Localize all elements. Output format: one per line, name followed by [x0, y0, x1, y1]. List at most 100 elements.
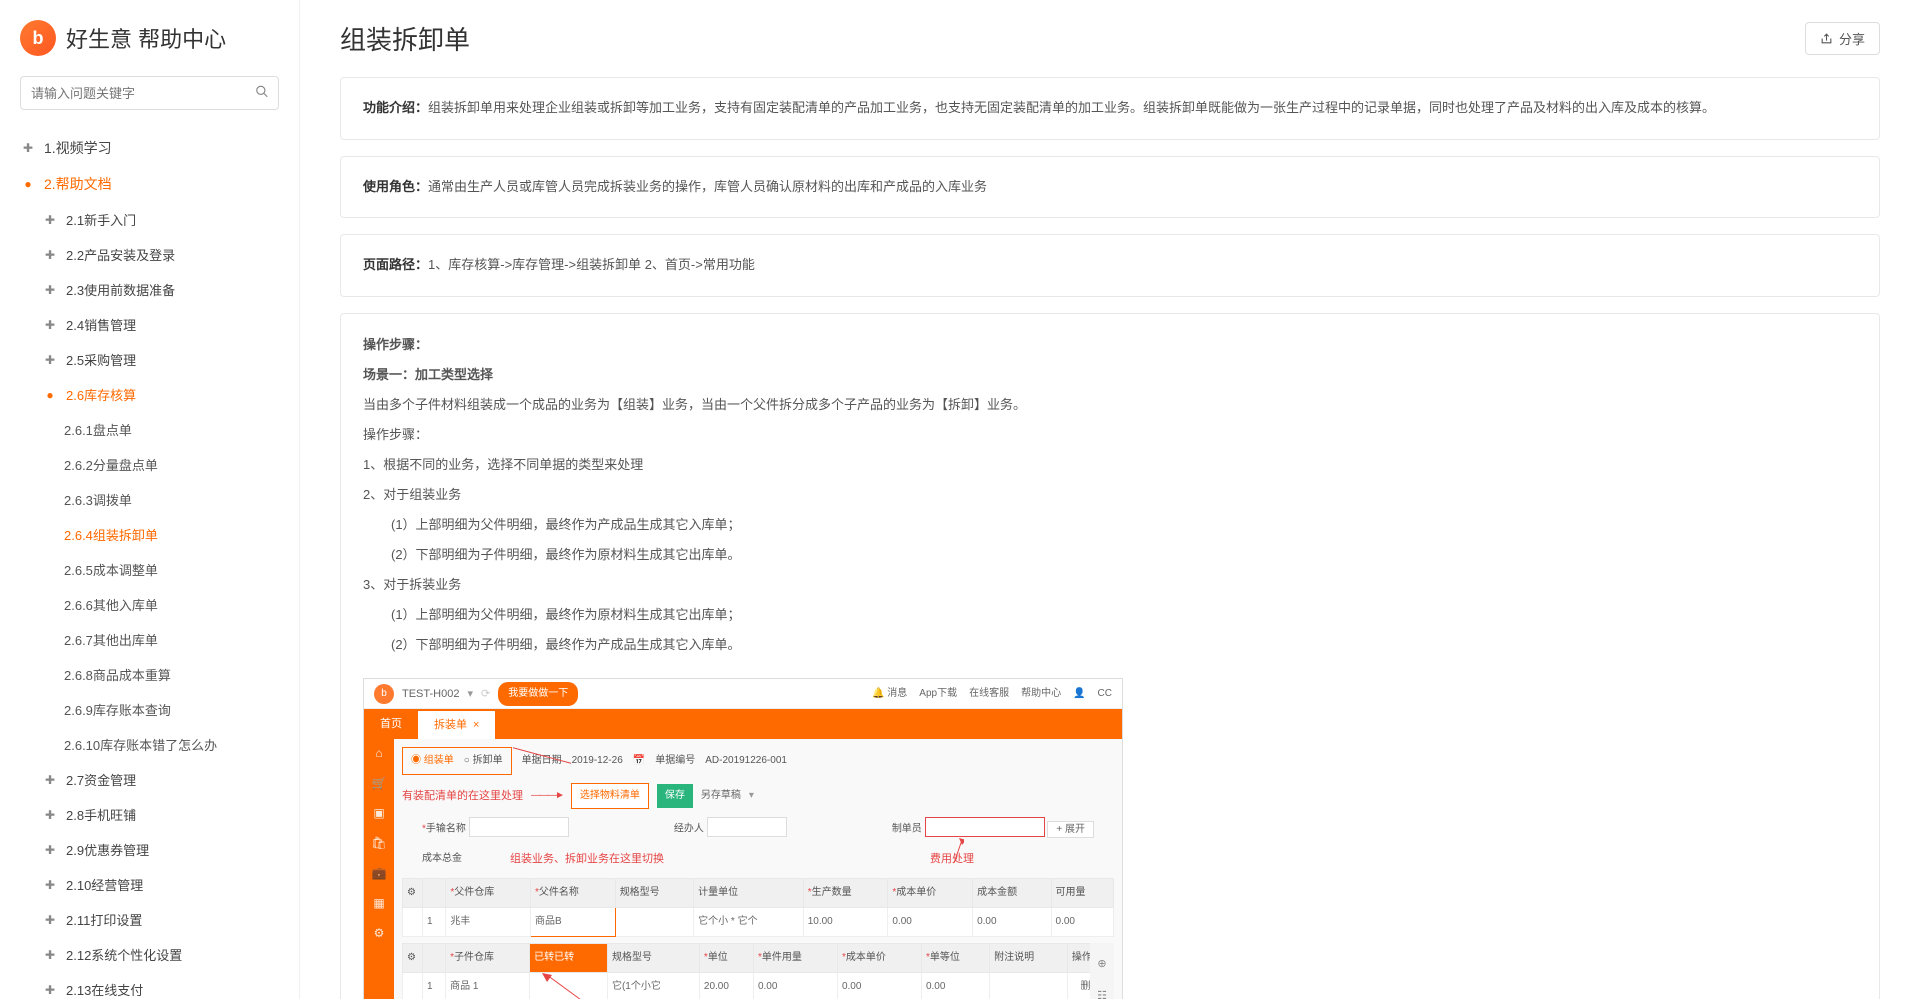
field-label: 手输名称	[426, 824, 466, 835]
nav-docs[interactable]: ● 2.帮助文档	[20, 166, 279, 202]
ss-type-radio[interactable]: ◉ 组装单 ○ 拆卸单	[402, 747, 512, 775]
ss-test-label: TEST-H002	[402, 683, 459, 705]
plus-icon: ✚	[42, 282, 58, 298]
sidebar: b 好生意 帮助中心 ✚ 1.视频学习 ● 2.帮助文档 ✚2.1新手入门 ✚2.2…	[0, 0, 300, 999]
nav-2-6-9[interactable]: 2.6.9库存账本查询	[64, 692, 279, 727]
nav-2-6-1[interactable]: 2.6.1盘点单	[64, 412, 279, 447]
doc-label: 单据编号	[655, 751, 695, 771]
cart-icon[interactable]: 🛒	[371, 775, 387, 791]
nav-sub: ✚2.1新手入门 ✚2.2产品安装及登录 ✚2.3使用前数据准备 ✚2.4销售管…	[20, 202, 279, 999]
card-label: 页面路径：	[363, 257, 428, 272]
nav-2-6-7[interactable]: 2.6.7其他出库单	[64, 622, 279, 657]
tool-icon[interactable]: ☷	[1097, 985, 1107, 999]
nav-2-6-2[interactable]: 2.6.2分量盘点单	[64, 447, 279, 482]
card-text: 通常由生产人员或库管人员完成拆装业务的操作，库管人员确认原材料的出库和产成品的入…	[428, 179, 987, 194]
nav-2-1[interactable]: ✚2.1新手入门	[42, 202, 279, 237]
cost-label: 成本总金	[422, 849, 462, 869]
field-label: 经办人	[674, 824, 704, 835]
ss-expand-button[interactable]: + 展开	[1047, 821, 1094, 838]
step-text: (1）上部明细为父件明细，最终作为原材料生成其它出库单；	[363, 602, 1857, 628]
field-label: 制单员	[892, 824, 922, 835]
ss-select-bom-button[interactable]: 选择物料清单	[571, 783, 649, 809]
search-input[interactable]	[20, 76, 279, 110]
plus-icon: ✚	[42, 212, 58, 228]
nav-2-3[interactable]: ✚2.3使用前数据准备	[42, 272, 279, 307]
logo: b 好生意 帮助中心	[20, 20, 279, 56]
home-icon[interactable]: ⌂	[371, 745, 387, 761]
nav-video[interactable]: ✚ 1.视频学习	[20, 130, 279, 166]
nav-2-7[interactable]: ✚ 2.7资金管理	[42, 762, 279, 797]
nav-sub2: 2.6.1盘点单 2.6.2分量盘点单 2.6.3调拨单 2.6.4组装拆卸单 …	[42, 412, 279, 762]
nav-2-13[interactable]: ✚2.13在线支付	[42, 972, 279, 999]
path-card: 页面路径：1、库存核算->库存管理->组装拆卸单 2、首页->常用功能	[340, 234, 1880, 297]
box-icon[interactable]: ▣	[371, 805, 387, 821]
nav: ✚1.视频学习 ●2.帮助文档 ✚2.1新手入门 ✚2.2产品安装及登录 ✚2.…	[20, 130, 279, 999]
nav-2-6-8[interactable]: 2.6.8商品成本重算	[64, 657, 279, 692]
tool-icon[interactable]: ⊕	[1097, 953, 1106, 975]
plus-icon: ✚	[42, 352, 58, 368]
list-icon[interactable]: ▦	[371, 895, 387, 911]
nav-label: 2.帮助文档	[44, 174, 112, 194]
step-text: (1）上部明细为父件明细，最终作为产成品生成其它入库单；	[363, 512, 1857, 538]
step-text: 操作步骤：	[363, 422, 1857, 448]
nav-2-5[interactable]: ✚2.5采购管理	[42, 342, 279, 377]
main: 组装拆卸单 分享 功能介绍：组装拆卸单用来处理企业组装或拆卸等加工业务，支持有固…	[300, 0, 1920, 999]
nav-label: 2.11打印设置	[66, 910, 142, 929]
bell-icon[interactable]: 🔔 消息	[872, 684, 907, 704]
scene-title: 场景一：加工类型选择	[363, 367, 493, 382]
nav-label: 2.8手机旺铺	[66, 805, 136, 824]
ss-name-input[interactable]	[469, 817, 569, 837]
card-label: 使用角色：	[363, 179, 428, 194]
ss-topbar: b TEST-H002 ▾ ⟳ 我要做做一下 🔔 消息 App下载 在线客服 帮…	[364, 679, 1122, 709]
date-value: 2019-12-26	[572, 751, 623, 771]
ss-handler-input[interactable]	[707, 817, 787, 837]
minus-icon: ●	[20, 176, 36, 192]
ss-logo-icon: b	[374, 684, 394, 704]
logo-text: 好生意 帮助中心	[66, 22, 226, 54]
ss-tab-assembly[interactable]: 拆装单 ×	[418, 709, 495, 739]
plus-icon: ✚	[42, 947, 58, 963]
nav-2-12[interactable]: ✚ 2.12系统个性化设置	[42, 937, 279, 972]
help-link[interactable]: 帮助中心	[1021, 684, 1061, 704]
nav-2-6-5[interactable]: 2.6.5成本调整单	[64, 552, 279, 587]
plus-icon: ✚	[20, 140, 36, 156]
nav-2-6-6[interactable]: 2.6.6其他入库单	[64, 587, 279, 622]
nav-2-9[interactable]: ✚2.9优惠券管理	[42, 832, 279, 867]
nav-2-6-3[interactable]: 2.6.3调拨单	[64, 482, 279, 517]
ss-maker-input[interactable]	[925, 817, 1045, 837]
ss-main: ◉ 组装单 ○ 拆卸单 单据日期 2019-12-26 📅 单据编号 AD-20…	[394, 739, 1122, 999]
nav-2-6-4[interactable]: 2.6.4组装拆卸单	[64, 517, 279, 552]
ss-draft-button[interactable]: 另存草稿	[701, 786, 741, 806]
nav-2-6[interactable]: ●2.6库存核算	[42, 377, 279, 412]
plus-icon: ✚	[42, 842, 58, 858]
step-text: 1、根据不同的业务，选择不同单据的类型来处理	[363, 452, 1857, 478]
nav-label: 2.12系统个性化设置	[66, 945, 182, 964]
service-link[interactable]: 在线客服	[969, 684, 1009, 704]
steps-block: 操作步骤： 场景一：加工类型选择 当由多个子件材料组装成一个成品的业务为【组装】…	[340, 313, 1880, 999]
annotation-text: 组装业务、拆卸业务在这里切换	[510, 848, 664, 870]
ss-tab-home[interactable]: 首页	[364, 709, 418, 739]
step-text: 3、对于拆装业务	[363, 572, 1857, 598]
plus-icon: ✚	[42, 772, 58, 788]
nav-2-4[interactable]: ✚2.4销售管理	[42, 307, 279, 342]
app-link[interactable]: App下载	[919, 684, 957, 704]
nav-2-6-10[interactable]: 2.6.10库存账本错了怎么办	[64, 727, 279, 762]
bag-icon[interactable]: 🛍	[371, 835, 387, 851]
share-button[interactable]: 分享	[1805, 22, 1880, 55]
ss-save-button[interactable]: 保存	[657, 784, 693, 808]
nav-2-8[interactable]: ✚2.8手机旺铺	[42, 797, 279, 832]
ss-side: ⌂ 🛒 ▣ 🛍 💼 ▦ ⚙	[364, 739, 394, 999]
role-card: 使用角色：通常由生产人员或库管人员完成拆装业务的操作，库管人员确认原材料的出库和…	[340, 156, 1880, 219]
nav-label: 2.6库存核算	[66, 385, 136, 404]
nav-label: 2.7资金管理	[66, 770, 136, 789]
wallet-icon[interactable]: 💼	[371, 865, 387, 881]
ss-top-button[interactable]: 我要做做一下	[498, 682, 578, 706]
nav-2-11[interactable]: ✚2.11打印设置	[42, 902, 279, 937]
gear-icon[interactable]: ⚙	[371, 925, 387, 941]
nav-2-10[interactable]: ✚2.10经营管理	[42, 867, 279, 902]
right-tool-strip: ⊕ ☷	[1090, 943, 1114, 999]
nav-2-2[interactable]: ✚2.2产品安装及登录	[42, 237, 279, 272]
nav-label: 1.视频学习	[44, 138, 112, 158]
avatar-icon[interactable]: 👤	[1073, 684, 1085, 704]
selected-cell[interactable]: 商品B	[531, 907, 616, 936]
